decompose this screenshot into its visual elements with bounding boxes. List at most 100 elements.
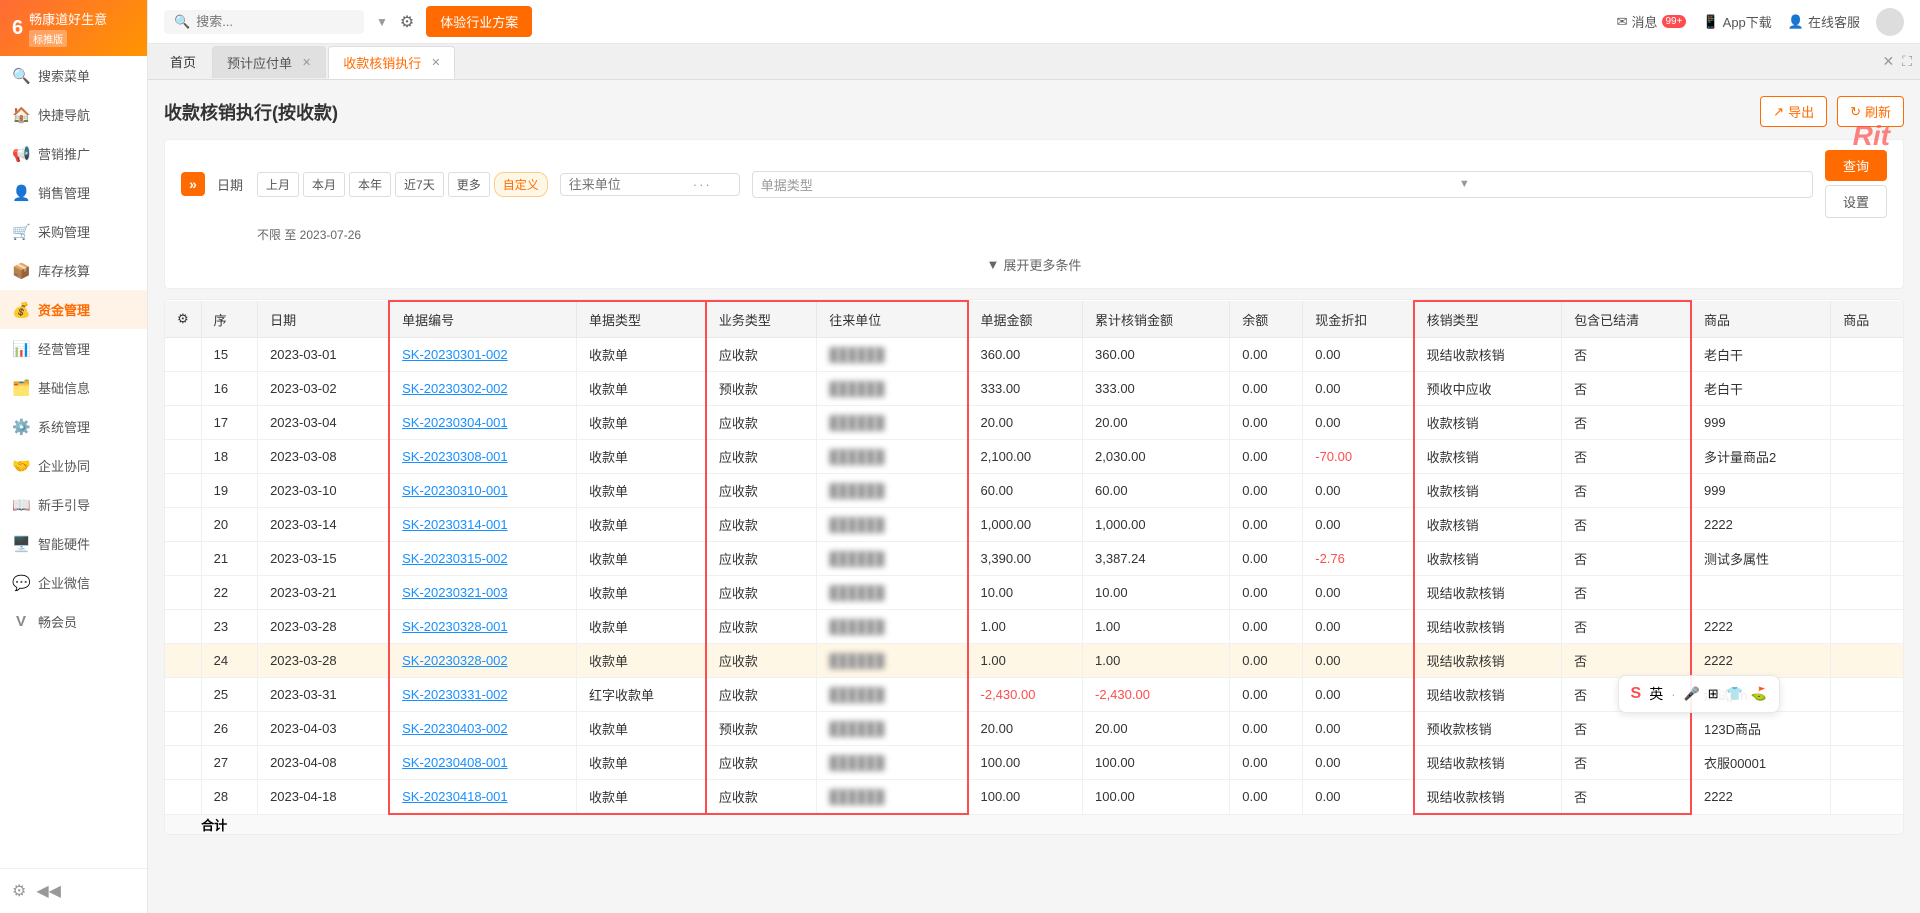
td-discount: 0.00 — [1303, 678, 1414, 712]
date-btn-custom[interactable]: 自定义 — [494, 172, 548, 197]
settings-icon[interactable]: ⚙ — [12, 881, 26, 901]
doc-no-link[interactable]: SK-20230331-002 — [402, 687, 508, 702]
watermark-text: 英 — [1649, 684, 1663, 704]
td-partner: ██████ — [817, 644, 968, 678]
sidebar-item-purchase[interactable]: 🛒 采购管理 — [0, 212, 147, 251]
close-window-icon[interactable]: ✕ — [1882, 53, 1894, 70]
doc-type-select-wrap[interactable]: 单据类型 ▼ — [752, 171, 1813, 198]
message-button[interactable]: ✉ 消息 99+ — [1617, 12, 1687, 31]
message-label: 消息 — [1631, 12, 1657, 31]
doc-no-link[interactable]: SK-20230408-001 — [402, 755, 508, 770]
td-goods2 — [1831, 610, 1903, 644]
td-partner: ██████ — [817, 338, 968, 372]
td-balance: 0.00 — [1230, 780, 1303, 815]
tab-pre-payment[interactable]: 预计应付单 ✕ — [212, 46, 326, 78]
doc-no-link[interactable]: SK-20230418-001 — [402, 789, 508, 804]
setting-button[interactable]: 设置 — [1825, 185, 1887, 218]
doc-no-link[interactable]: SK-20230301-002 — [402, 347, 508, 362]
td-doc-no: SK-20230408-001 — [389, 746, 576, 780]
date-btn-this-month[interactable]: 本月 — [303, 172, 345, 197]
sidebar-item-sales[interactable]: 👤 销售管理 — [0, 173, 147, 212]
sidebar-item-finance[interactable]: 💰 资金管理 — [0, 290, 147, 329]
date-btn-last-month[interactable]: 上月 — [257, 172, 299, 197]
sidebar-item-system[interactable]: ⚙️ 系统管理 — [0, 407, 147, 446]
td-discount: -2.76 — [1303, 542, 1414, 576]
sidebar-item-enterprise[interactable]: 🤝 企业协同 — [0, 446, 147, 485]
query-button[interactable]: 查询 — [1825, 150, 1887, 181]
doc-type-chevron-icon: ▼ — [1459, 178, 1804, 190]
td-writeoff-type: 现结收款核销 — [1414, 780, 1562, 815]
table-row: 17 2023-03-04 SK-20230304-001 收款单 应收款 ██… — [165, 406, 1903, 440]
sidebar-item-label-marketing: 营销推广 — [38, 144, 90, 163]
td-amount: 360.00 — [968, 338, 1083, 372]
table-row: 27 2023-04-08 SK-20230408-001 收款单 应收款 ██… — [165, 746, 1903, 780]
sidebar-item-label-system: 系统管理 — [38, 417, 90, 436]
partner-blurred: ██████ — [829, 653, 909, 668]
expand-more-bar[interactable]: ▼ 展开更多条件 — [181, 251, 1887, 278]
sidebar-item-member[interactable]: V 畅会员 — [0, 602, 147, 641]
td-no: 28 — [201, 780, 257, 815]
td-amount: 3,390.00 — [968, 542, 1083, 576]
td-include-settled: 否 — [1562, 610, 1691, 644]
doc-no-link[interactable]: SK-20230308-001 — [402, 449, 508, 464]
watermark-mic-icon: 🎤 — [1684, 686, 1700, 702]
doc-no-link[interactable]: SK-20230328-002 — [402, 653, 508, 668]
doc-no-link[interactable]: SK-20230310-001 — [402, 483, 508, 498]
sidebar-item-operation[interactable]: 📊 经营管理 — [0, 329, 147, 368]
th-writeoff-type: 核销类型 — [1414, 301, 1562, 338]
th-discount: 现金折扣 — [1303, 301, 1414, 338]
partner-blurred: ██████ — [829, 517, 909, 532]
doc-no-link[interactable]: SK-20230321-003 — [402, 585, 508, 600]
td-no: 18 — [201, 440, 257, 474]
td-doc-no: SK-20230418-001 — [389, 780, 576, 815]
date-btn-more[interactable]: 更多 — [448, 172, 490, 197]
td-amount: 20.00 — [968, 406, 1083, 440]
tab-pre-payment-close-icon[interactable]: ✕ — [302, 56, 311, 69]
sidebar-item-label-member: 畅会员 — [38, 612, 77, 631]
doc-no-link[interactable]: SK-20230302-002 — [402, 381, 508, 396]
tab-collection-close-icon[interactable]: ✕ — [431, 56, 440, 69]
tab-collection[interactable]: 收款核销执行 ✕ — [328, 46, 455, 79]
topbar-gear-icon[interactable]: ⚙ — [400, 12, 414, 32]
doc-no-link[interactable]: SK-20230315-002 — [402, 551, 508, 566]
doc-no-link[interactable]: SK-20230314-001 — [402, 517, 508, 532]
tab-home[interactable]: 首页 — [156, 46, 210, 77]
export-button[interactable]: ↗ 导出 — [1760, 96, 1827, 127]
date-btn-this-year[interactable]: 本年 — [349, 172, 391, 197]
td-balance: 0.00 — [1230, 542, 1303, 576]
topbar-search-input[interactable] — [196, 14, 336, 29]
sidebar-item-search[interactable]: 🔍 搜索菜单 — [0, 56, 147, 95]
service-label: 在线客服 — [1808, 12, 1860, 31]
doc-no-link[interactable]: SK-20230403-002 — [402, 721, 508, 736]
th-partner: 往来单位 — [817, 301, 968, 338]
collapse-icon[interactable]: ◀◀ — [36, 881, 61, 901]
doc-no-link[interactable]: SK-20230328-001 — [402, 619, 508, 634]
td-settings — [165, 576, 201, 610]
filter-toggle-button[interactable]: » — [181, 172, 205, 196]
watermark-flag-icon: ⛳ — [1751, 686, 1767, 702]
topbar-chevron-icon[interactable]: ▼ — [376, 15, 388, 29]
sidebar-item-base[interactable]: 🗂️ 基础信息 — [0, 368, 147, 407]
date-btn-7days[interactable]: 近7天 — [395, 172, 444, 197]
sidebar-item-inventory[interactable]: 📦 库存核算 — [0, 251, 147, 290]
topbar-search-area[interactable]: 🔍 — [164, 10, 364, 34]
th-biz-type: 业务类型 — [706, 301, 817, 338]
app-download-button[interactable]: 📱 App下载 — [1702, 12, 1771, 31]
footer-label: 合计 — [201, 814, 1903, 834]
sidebar-item-wechat[interactable]: 💬 企业微信 — [0, 563, 147, 602]
user-avatar[interactable] — [1876, 8, 1904, 36]
sidebar-item-guide[interactable]: 📖 新手引导 — [0, 485, 147, 524]
partner-input[interactable] — [569, 177, 689, 192]
message-icon: ✉ — [1617, 14, 1628, 30]
td-include-settled: 否 — [1562, 406, 1691, 440]
online-service-button[interactable]: 👤 在线客服 — [1788, 12, 1860, 31]
th-settings[interactable]: ⚙ — [165, 301, 201, 338]
solution-button[interactable]: 体验行业方案 — [426, 6, 532, 37]
table-row: 18 2023-03-08 SK-20230308-001 收款单 应收款 ██… — [165, 440, 1903, 474]
sidebar-item-hardware[interactable]: 🖥️ 智能硬件 — [0, 524, 147, 563]
sidebar-item-quick-nav[interactable]: 🏠 快捷导航 — [0, 95, 147, 134]
partner-dots-icon[interactable]: ··· — [693, 177, 712, 192]
sidebar-item-marketing[interactable]: 📢 营销推广 — [0, 134, 147, 173]
doc-no-link[interactable]: SK-20230304-001 — [402, 415, 508, 430]
maximize-window-icon[interactable]: ⛶ — [1902, 53, 1912, 70]
